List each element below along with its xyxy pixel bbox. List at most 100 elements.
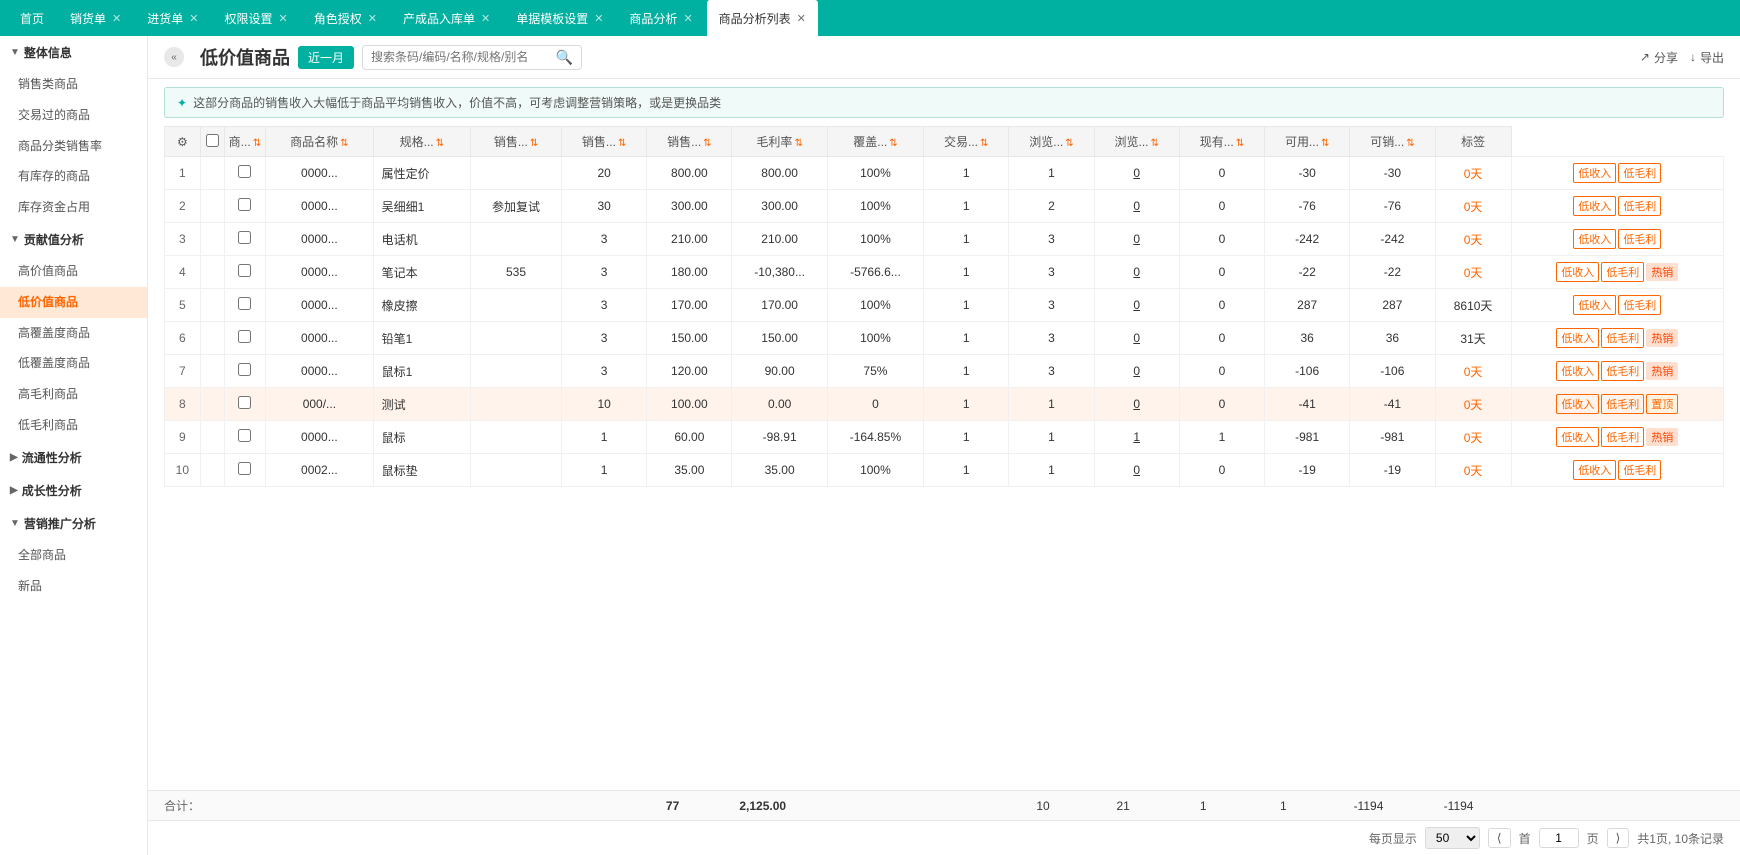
- sidebar-section-liquidity[interactable]: ▶ 流通性分析: [0, 441, 147, 474]
- table-container[interactable]: ⚙ 商...⇅ 商品名称⇅ 规格...⇅ 销售...⇅ 销售...⇅ 销售...…: [148, 126, 1740, 790]
- cell-view1[interactable]: 0: [1094, 190, 1179, 223]
- close-sales-icon[interactable]: ✕: [112, 12, 121, 25]
- row-checkbox-3[interactable]: [238, 231, 251, 244]
- sidebar-item-high-coverage[interactable]: 高覆盖度商品: [0, 318, 147, 349]
- next-page-button[interactable]: ⟩: [1607, 828, 1630, 848]
- view1-link[interactable]: 0: [1133, 397, 1140, 411]
- sidebar-section-overall[interactable]: ▼ 整体信息: [0, 36, 147, 69]
- view1-link[interactable]: 0: [1133, 364, 1140, 378]
- col-spec[interactable]: 规格...⇅: [373, 127, 470, 157]
- search-icon[interactable]: 🔍: [556, 49, 573, 66]
- view1-link[interactable]: 0: [1133, 331, 1140, 345]
- nav-sales[interactable]: 销货单 ✕: [58, 0, 133, 36]
- export-button[interactable]: ↓ 导出: [1690, 49, 1724, 66]
- first-page-button[interactable]: ⟨: [1488, 828, 1511, 848]
- row-checkbox-1[interactable]: [238, 165, 251, 178]
- row-checkbox-8[interactable]: [238, 396, 251, 409]
- collapse-button[interactable]: «: [164, 47, 184, 67]
- nav-purchase[interactable]: 进货单 ✕: [135, 0, 210, 36]
- cell-checkbox[interactable]: [224, 190, 265, 223]
- view1-link[interactable]: 0: [1133, 463, 1140, 477]
- sidebar-item-high-margin[interactable]: 高毛利商品: [0, 379, 147, 410]
- col-name[interactable]: 商品名称⇅: [266, 127, 374, 157]
- cell-view1[interactable]: 0: [1094, 388, 1179, 421]
- cell-checkbox[interactable]: [224, 223, 265, 256]
- col-sales1[interactable]: 销售...⇅: [471, 127, 562, 157]
- row-checkbox-5[interactable]: [238, 297, 251, 310]
- view1-link[interactable]: 0: [1133, 166, 1140, 180]
- cell-view1[interactable]: 0: [1094, 256, 1179, 289]
- close-analysis-list-icon[interactable]: ✕: [797, 12, 806, 25]
- sidebar-item-traded-goods[interactable]: 交易过的商品: [0, 100, 147, 131]
- sidebar-item-sales-goods[interactable]: 销售类商品: [0, 69, 147, 100]
- sidebar-item-new-goods[interactable]: 新品: [0, 571, 147, 602]
- page-input[interactable]: [1539, 828, 1579, 848]
- view1-link[interactable]: 0: [1133, 232, 1140, 246]
- cell-view1[interactable]: 0: [1094, 454, 1179, 487]
- row-checkbox-2[interactable]: [238, 198, 251, 211]
- page-size-select[interactable]: 50 100 200: [1425, 827, 1480, 849]
- share-button[interactable]: ↗ 分享: [1640, 49, 1678, 66]
- sidebar-section-growth[interactable]: ▶ 成长性分析: [0, 474, 147, 507]
- sidebar-section-marketing[interactable]: ▼ 营销推广分析: [0, 507, 147, 540]
- nav-inbound[interactable]: 产成品入库单 ✕: [391, 0, 502, 36]
- close-template-icon[interactable]: ✕: [594, 12, 603, 25]
- cell-view1[interactable]: 1: [1094, 421, 1179, 454]
- col-checkbox[interactable]: [200, 127, 224, 157]
- nav-analysis[interactable]: 商品分析 ✕: [617, 0, 704, 36]
- nav-home[interactable]: 首页: [8, 0, 56, 36]
- view1-link[interactable]: 1: [1133, 430, 1140, 444]
- cell-view1[interactable]: 0: [1094, 322, 1179, 355]
- cell-checkbox[interactable]: [224, 421, 265, 454]
- sidebar-item-low-margin[interactable]: 低毛利商品: [0, 410, 147, 441]
- col-code[interactable]: 商...⇅: [224, 127, 265, 157]
- sidebar-item-low-value[interactable]: 低价值商品: [0, 287, 147, 318]
- close-analysis-icon[interactable]: ✕: [683, 12, 692, 25]
- sidebar-section-contribution[interactable]: ▼ 贡献值分析: [0, 223, 147, 256]
- cell-checkbox[interactable]: [224, 256, 265, 289]
- close-inbound-icon[interactable]: ✕: [481, 12, 490, 25]
- filter-button[interactable]: 近一月: [298, 46, 354, 69]
- cell-view1[interactable]: 0: [1094, 157, 1179, 190]
- col-trade[interactable]: 交易...⇅: [924, 127, 1009, 157]
- col-view1[interactable]: 浏览...⇅: [1009, 127, 1094, 157]
- col-margin[interactable]: 毛利率⇅: [732, 127, 827, 157]
- search-box[interactable]: 🔍: [362, 45, 582, 70]
- sidebar-item-low-coverage[interactable]: 低覆盖度商品: [0, 348, 147, 379]
- cell-checkbox[interactable]: [224, 322, 265, 355]
- col-sellable[interactable]: 可销...⇅: [1350, 127, 1435, 157]
- view1-link[interactable]: 0: [1133, 298, 1140, 312]
- col-sales2[interactable]: 销售...⇅: [562, 127, 647, 157]
- sidebar-item-stock-fund[interactable]: 库存资金占用: [0, 192, 147, 223]
- cell-view1[interactable]: 0: [1094, 223, 1179, 256]
- search-input[interactable]: [371, 50, 556, 64]
- cell-checkbox[interactable]: [224, 454, 265, 487]
- sidebar-item-category-rate[interactable]: 商品分类销售率: [0, 131, 147, 162]
- row-checkbox-6[interactable]: [238, 330, 251, 343]
- close-permissions-icon[interactable]: ✕: [279, 12, 288, 25]
- row-checkbox-4[interactable]: [238, 264, 251, 277]
- cell-checkbox[interactable]: [224, 388, 265, 421]
- col-view2[interactable]: 浏览...⇅: [1094, 127, 1179, 157]
- col-sales3[interactable]: 销售...⇅: [647, 127, 732, 157]
- col-coverage[interactable]: 覆盖...⇅: [827, 127, 923, 157]
- close-roles-icon[interactable]: ✕: [368, 12, 377, 25]
- nav-analysis-list[interactable]: 商品分析列表 ✕: [707, 0, 818, 36]
- close-purchase-icon[interactable]: ✕: [189, 12, 198, 25]
- sidebar-item-all-goods[interactable]: 全部商品: [0, 540, 147, 571]
- nav-template[interactable]: 单据模板设置 ✕: [504, 0, 615, 36]
- view1-link[interactable]: 0: [1133, 265, 1140, 279]
- col-current[interactable]: 现有...⇅: [1179, 127, 1264, 157]
- row-checkbox-7[interactable]: [238, 363, 251, 376]
- nav-roles[interactable]: 角色授权 ✕: [302, 0, 389, 36]
- select-all-checkbox[interactable]: [206, 134, 219, 147]
- row-checkbox-9[interactable]: [238, 429, 251, 442]
- sidebar-item-high-value[interactable]: 高价值商品: [0, 256, 147, 287]
- col-settings[interactable]: ⚙: [165, 127, 201, 157]
- cell-checkbox[interactable]: [224, 289, 265, 322]
- cell-view1[interactable]: 0: [1094, 355, 1179, 388]
- cell-view1[interactable]: 0: [1094, 289, 1179, 322]
- cell-checkbox[interactable]: [224, 355, 265, 388]
- sidebar-item-stock-goods[interactable]: 有库存的商品: [0, 161, 147, 192]
- nav-permissions[interactable]: 权限设置 ✕: [212, 0, 299, 36]
